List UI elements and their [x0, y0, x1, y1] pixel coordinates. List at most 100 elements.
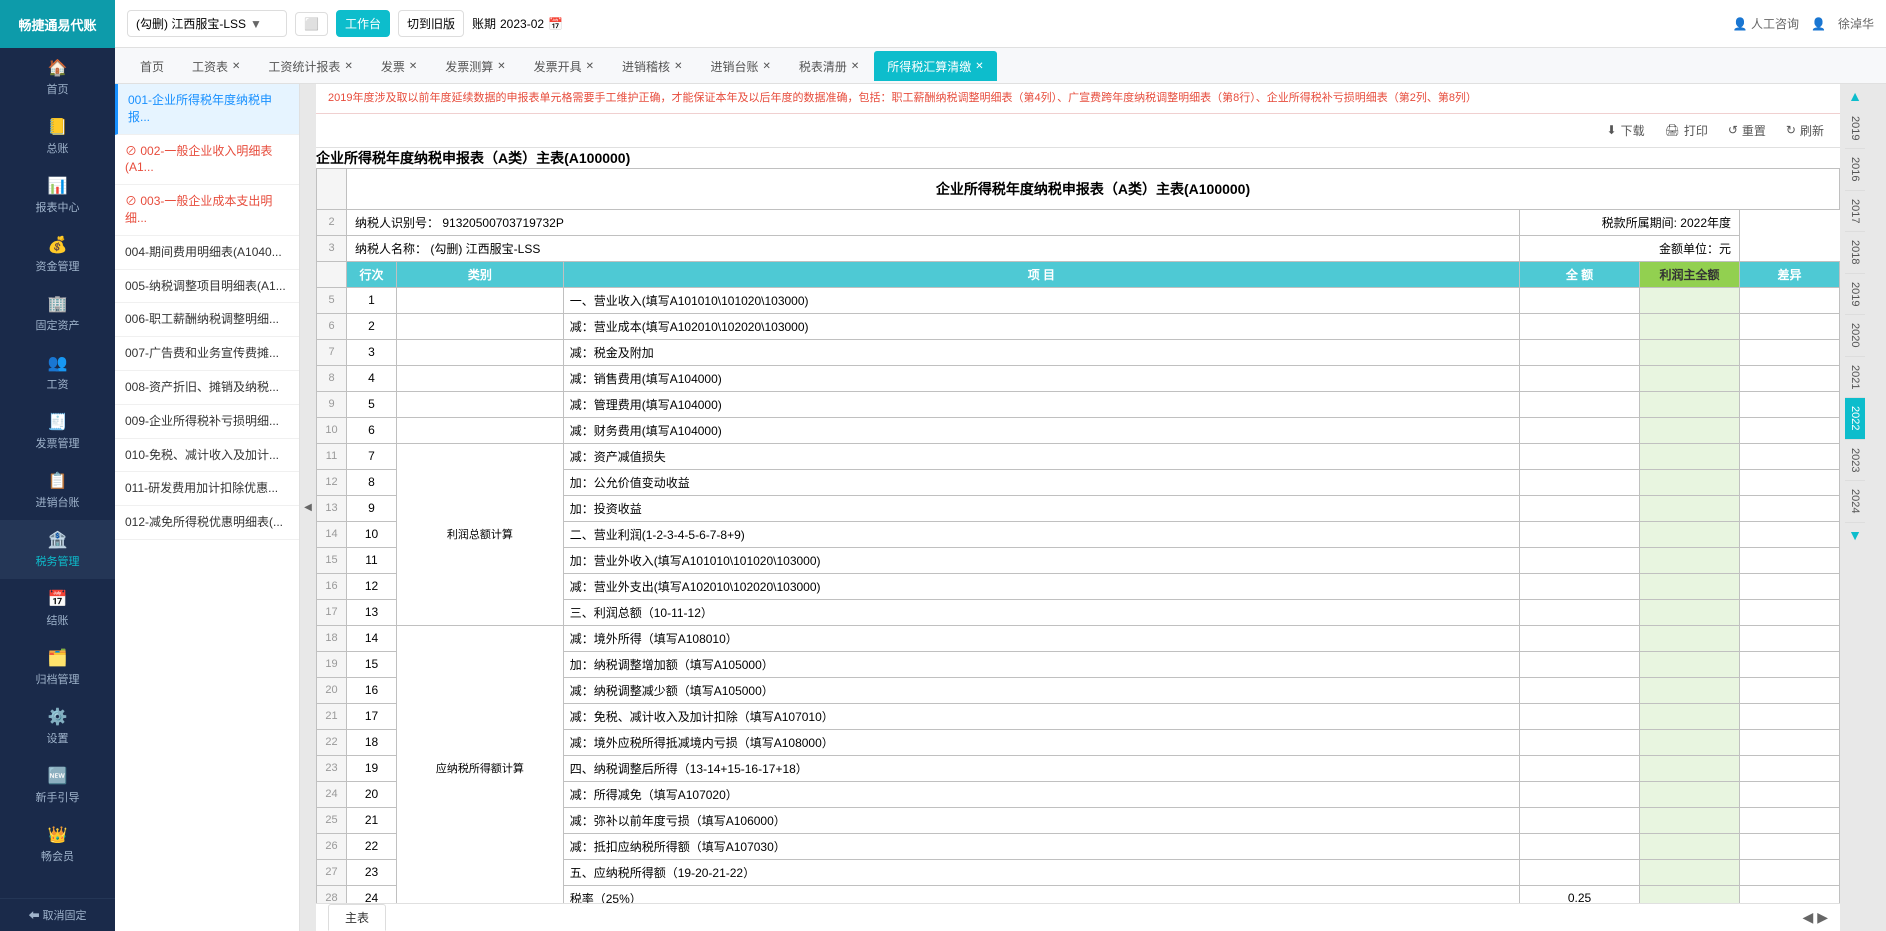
- print-button[interactable]: 🖨 打印: [1661, 120, 1712, 141]
- year-item-2024[interactable]: 2024: [1845, 481, 1865, 522]
- tab-tax-table[interactable]: 税表清册 ✕: [786, 51, 872, 81]
- left-panel-item-009[interactable]: 009-企业所得税补亏损明细...: [115, 405, 299, 439]
- left-panel-item-004[interactable]: 004-期间费用明细表(A1040...: [115, 236, 299, 270]
- table-header-row: 行次 类别 项 目 全 额 利润主全额 差异: [317, 261, 1840, 287]
- col-header-category: 类别: [397, 261, 564, 287]
- year-item-2019a[interactable]: 2019: [1845, 108, 1865, 149]
- switch-old-button[interactable]: 切到旧版: [398, 10, 464, 37]
- reset-button[interactable]: ↺ 重置: [1724, 120, 1770, 141]
- company-selector[interactable]: (勾删) 江西服宝-LSS ▼: [127, 10, 287, 37]
- invoices-icon: 🧾: [48, 412, 68, 432]
- year-item-2023[interactable]: 2023: [1845, 440, 1865, 481]
- sidebar-item-funds[interactable]: 💰 资金管理: [0, 225, 115, 284]
- tab-invoice-issue[interactable]: 发票开具 ✕: [521, 51, 607, 81]
- year-item-2022[interactable]: 2022: [1845, 398, 1865, 439]
- left-panel-item-011[interactable]: 011-研发费用加计扣除优惠...: [115, 472, 299, 506]
- close-period-icon: 📅: [48, 589, 68, 609]
- tab-close-icon[interactable]: ✕: [674, 61, 682, 72]
- refresh-button[interactable]: ↻ 刷新: [1782, 120, 1828, 141]
- left-panel-item-001[interactable]: 001-企业所得税年度纳税申报...: [115, 84, 299, 135]
- year-item-2021[interactable]: 2021: [1845, 357, 1865, 398]
- unpin-sidebar-button[interactable]: ⬅ 取消固定: [0, 898, 115, 931]
- year-down-arrow[interactable]: ▼: [1844, 523, 1866, 547]
- table-row: 10 6 减：财务费用(填写A104000): [317, 417, 1840, 443]
- calendar-icon[interactable]: 📅: [548, 17, 563, 31]
- service-btn[interactable]: 👤 人工咨询: [1733, 15, 1799, 32]
- ledger-icon: 📒: [48, 117, 68, 137]
- tab-close-icon[interactable]: ✕: [851, 61, 859, 72]
- scrollbar[interactable]: [1870, 84, 1886, 931]
- left-panel-item-005[interactable]: 005-纳税调整项目明细表(A1...: [115, 270, 299, 304]
- refresh-icon: ↻: [1786, 123, 1796, 137]
- company-name: (勾删) 江西服宝-LSS: [136, 15, 246, 32]
- left-panel-item-006[interactable]: 006-职工薪酬纳税调整明细...: [115, 303, 299, 337]
- table-row: 11 7 利润总额计算 减：资产减值损失: [317, 443, 1840, 469]
- tab-home[interactable]: 首页: [127, 51, 177, 81]
- home-icon: 🏠: [48, 58, 68, 78]
- work-area-button[interactable]: 工作台: [336, 10, 390, 37]
- right-year-panel: ▲ 2019 2016 2017 2018 2019 2020 2021 202…: [1840, 84, 1870, 931]
- left-panel-item-010[interactable]: 010-免税、减计收入及加计...: [115, 439, 299, 473]
- tab-invoice[interactable]: 发票 ✕: [368, 51, 430, 81]
- tab-close-icon[interactable]: ✕: [762, 61, 770, 72]
- print-icon: 🖨: [1665, 123, 1680, 137]
- year-up-arrow[interactable]: ▲: [1844, 84, 1866, 108]
- collapse-panel-button[interactable]: ◀: [300, 84, 316, 931]
- tab-invoice-calc[interactable]: 发票测算 ✕: [432, 51, 518, 81]
- topbar-right: 👤 人工咨询 👤 徐淖华: [1733, 15, 1874, 32]
- tab-sales-ledger[interactable]: 进销台账 ✕: [697, 51, 783, 81]
- sidebar-item-assets[interactable]: 🏢 固定资产: [0, 284, 115, 343]
- tab-payroll[interactable]: 工资表 ✕: [179, 51, 253, 81]
- tab-income-tax[interactable]: 所得税汇算清缴 ✕: [874, 51, 996, 81]
- period-label: 账期: [472, 15, 496, 32]
- nav-prev-icon[interactable]: ◀: [1802, 909, 1813, 926]
- copy-icon-btn[interactable]: ⬜: [295, 12, 328, 36]
- tab-close-icon[interactable]: ✕: [975, 61, 983, 72]
- left-panel-item-003[interactable]: ⊘ 003-一般企业成本支出明细...: [115, 185, 299, 236]
- nav-next-icon[interactable]: ▶: [1817, 909, 1828, 926]
- sidebar-item-payroll[interactable]: 👥 工资: [0, 343, 115, 402]
- download-button[interactable]: ⬇ 下载: [1603, 120, 1649, 141]
- tab-sales-audit[interactable]: 进销稽核 ✕: [609, 51, 695, 81]
- sidebar-item-invoices[interactable]: 🧾 发票管理: [0, 402, 115, 461]
- tab-close-icon[interactable]: ✕: [344, 61, 352, 72]
- year-item-2018[interactable]: 2018: [1845, 232, 1865, 273]
- sidebar-item-label: 资金管理: [36, 258, 80, 274]
- sidebar-item-archive[interactable]: 🗂️ 归档管理: [0, 638, 115, 697]
- year-item-2020[interactable]: 2020: [1845, 315, 1865, 356]
- tab-close-icon[interactable]: ✕: [409, 61, 417, 72]
- warning-bar: 2019年度涉及取以前年度延续数据的申报表单元格需要手工维护正确，才能保证本年及…: [316, 84, 1840, 114]
- tab-payroll-stats[interactable]: 工资统计报表 ✕: [255, 51, 365, 81]
- tab-close-icon[interactable]: ✕: [232, 61, 240, 72]
- sidebar-item-label: 结账: [47, 612, 69, 628]
- sidebar-item-label: 报表中心: [36, 199, 80, 215]
- download-icon: ⬇: [1607, 123, 1617, 137]
- table-row: 9 5 减：管理费用(填写A104000): [317, 391, 1840, 417]
- tab-close-icon[interactable]: ✕: [497, 61, 505, 72]
- year-item-2019[interactable]: 2019: [1845, 274, 1865, 315]
- reports-icon: 📊: [48, 176, 68, 196]
- left-panel-item-012[interactable]: 012-减免所得税优惠明细表(...: [115, 506, 299, 540]
- chevron-down-icon: ▼: [250, 17, 262, 31]
- info-row-company: 3 纳税人名称： (勾删) 江西服宝-LSS 金额单位：元: [317, 235, 1840, 261]
- left-panel-item-008[interactable]: 008-资产折旧、摊销及纳税...: [115, 371, 299, 405]
- sales-icon: 📋: [48, 471, 68, 491]
- sidebar-item-sales[interactable]: 📋 进销台账: [0, 461, 115, 520]
- sidebar-item-close[interactable]: 📅 结账: [0, 579, 115, 638]
- sidebar-item-tax[interactable]: 🏦 税务管理: [0, 520, 115, 579]
- sidebar-item-settings[interactable]: ⚙️ 设置: [0, 697, 115, 756]
- year-item-2016[interactable]: 2016: [1845, 149, 1865, 190]
- left-panel-item-002[interactable]: ⊘ 002-一般企业收入明细表(A1...: [115, 135, 299, 186]
- company-label: 纳税人名称：: [355, 242, 427, 256]
- year-item-2017[interactable]: 2017: [1845, 191, 1865, 232]
- sidebar-item-member[interactable]: 👑 畅会员: [0, 815, 115, 874]
- sidebar-item-home[interactable]: 🏠 首页: [0, 48, 115, 107]
- left-panel-item-007[interactable]: 007-广告费和业务宣传费摊...: [115, 337, 299, 371]
- sidebar-item-guide[interactable]: 🆕 新手引导: [0, 756, 115, 815]
- tab-close-icon[interactable]: ✕: [586, 61, 594, 72]
- bottom-tab-main[interactable]: 主表: [328, 904, 386, 931]
- sidebar-item-reports[interactable]: 📊 报表中心: [0, 166, 115, 225]
- tax-table-container[interactable]: 企业所得税年度纳税申报表（A类）主表(A100000) 企业所得税年度纳税申报表…: [316, 148, 1840, 904]
- sidebar-item-ledger[interactable]: 📒 总账: [0, 107, 115, 166]
- taxpayer-id-label: 纳税人识别号：: [355, 216, 439, 230]
